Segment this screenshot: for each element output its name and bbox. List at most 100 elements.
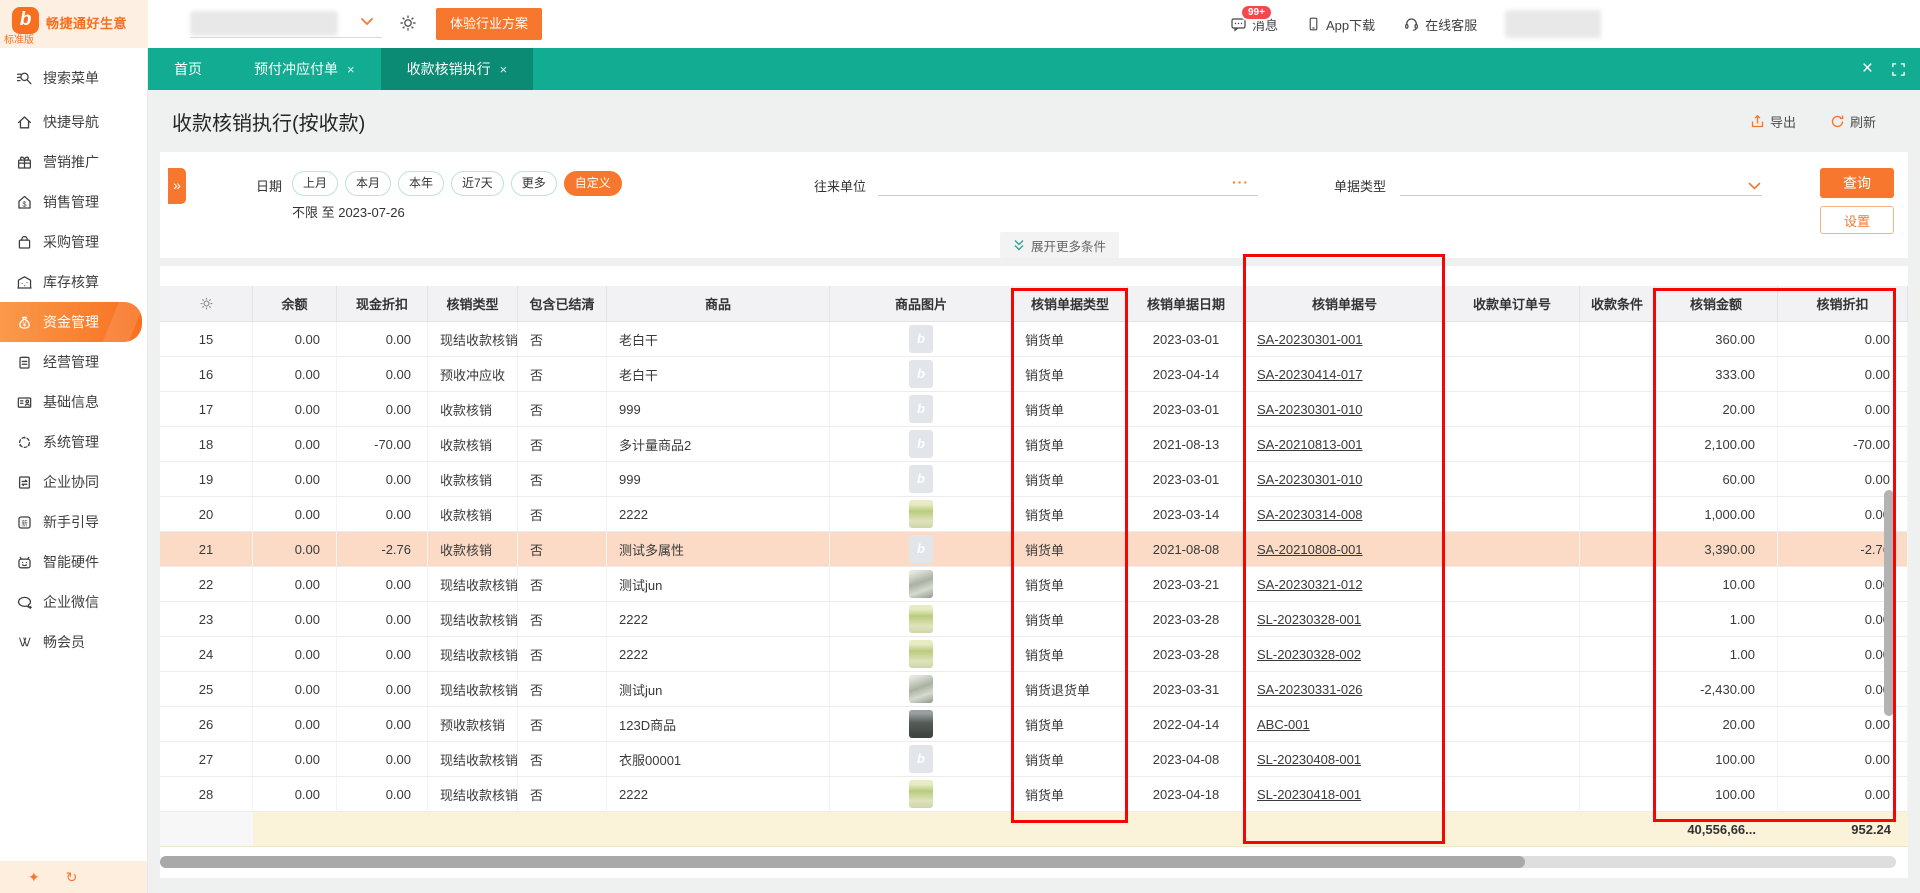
doctype-chevron-down-icon[interactable] bbox=[1748, 182, 1761, 191]
product-image[interactable]: b bbox=[909, 465, 933, 493]
table-row[interactable]: 18 0.00 -70.00 收款核销否多计量商品2 b 销货单 2021-08-13 SA-… bbox=[160, 427, 1908, 462]
sidebar-item-member[interactable]: 畅会员 bbox=[0, 622, 147, 662]
table-row[interactable]: 24 0.00 0.00 现结收款核销否 2222 销货单 2023-03-28 SL-202… bbox=[160, 637, 1908, 672]
close-all-tabs-icon[interactable]: × bbox=[1862, 58, 1873, 80]
refresh-button[interactable]: 刷新 bbox=[1830, 112, 1876, 131]
tab-prepay-offset[interactable]: 预付冲应付单 × bbox=[228, 48, 381, 90]
cell-image[interactable]: b bbox=[830, 427, 1013, 462]
table-row[interactable]: 17 0.00 0.00 收款核销否 999 b 销货单 2023-03-01 SA-20230… bbox=[160, 392, 1908, 427]
product-image[interactable]: b bbox=[909, 745, 933, 773]
horizontal-scrollbar-thumb[interactable] bbox=[160, 856, 1525, 868]
cell-image[interactable] bbox=[830, 777, 1013, 812]
cell-image[interactable]: b bbox=[830, 462, 1013, 497]
date-option-this-month[interactable]: 本月 bbox=[345, 171, 392, 196]
table-row[interactable]: 20 0.00 0.00 收款核销否 2222 销货单 2023-03-14 SA-20230… bbox=[160, 497, 1908, 532]
date-range-value[interactable]: 不限 至 2023-07-26 bbox=[292, 202, 405, 221]
tab-close-icon[interactable]: × bbox=[500, 63, 508, 76]
product-image[interactable] bbox=[909, 780, 933, 808]
product-image[interactable] bbox=[909, 710, 933, 738]
product-image[interactable] bbox=[909, 500, 933, 528]
date-option-last7days[interactable]: 近7天 bbox=[451, 171, 504, 196]
cell-image[interactable]: b bbox=[830, 322, 1013, 357]
product-image[interactable]: b bbox=[909, 430, 933, 458]
product-image[interactable] bbox=[909, 640, 933, 668]
date-option-this-year[interactable]: 本年 bbox=[398, 171, 445, 196]
sidebar-item-home[interactable]: 快捷导航 bbox=[0, 102, 147, 142]
cell-doc_no[interactable]: SA-20230414-017 bbox=[1245, 357, 1445, 392]
chevron-down-icon[interactable] bbox=[360, 17, 374, 27]
cell-doc_no[interactable]: SL-20230418-001 bbox=[1245, 777, 1445, 812]
sidebar-item-sales[interactable]: $ 销售管理 bbox=[0, 182, 147, 222]
cell-image[interactable] bbox=[830, 567, 1013, 602]
product-image[interactable]: b bbox=[909, 325, 933, 353]
sidebar-item-collab[interactable]: 企业协同 bbox=[0, 462, 147, 502]
product-image[interactable]: b bbox=[909, 395, 933, 423]
cell-image[interactable] bbox=[830, 672, 1013, 707]
sidebar-item-hardware[interactable]: 智能硬件 bbox=[0, 542, 147, 582]
cell-doc_no[interactable]: SA-20230301-010 bbox=[1245, 392, 1445, 427]
sidebar-item-search[interactable]: 搜索菜单 bbox=[0, 58, 147, 98]
product-image[interactable] bbox=[909, 605, 933, 633]
cell-doc_no[interactable]: SL-20230328-002 bbox=[1245, 637, 1445, 672]
filter-collapse-handle[interactable]: » bbox=[168, 168, 186, 204]
query-button[interactable]: 查询 bbox=[1820, 168, 1894, 198]
table-row[interactable]: 25 0.00 0.00 现结收款核销否测试jun 销货退货单 2023-03-31 SA-… bbox=[160, 672, 1908, 707]
sidebar-item-newbie[interactable]: 新 新手引导 bbox=[0, 502, 147, 542]
table-row[interactable]: 21 0.00 -2.76 收款核销否测试多属性 b 销货单 2021-08-08 SA-20… bbox=[160, 532, 1908, 567]
tab-close-icon[interactable]: × bbox=[347, 63, 355, 76]
cell-doc_no[interactable]: SL-20230328-001 bbox=[1245, 602, 1445, 637]
sidebar-item-funds[interactable]: ¥ 资金管理 bbox=[0, 302, 142, 342]
cell-image[interactable] bbox=[830, 637, 1013, 672]
table-row[interactable]: 28 0.00 0.00 现结收款核销否 2222 销货单 2023-04-18 SL-202… bbox=[160, 777, 1908, 812]
fullscreen-icon[interactable] bbox=[1891, 62, 1906, 77]
cell-doc_no[interactable]: SA-20230301-010 bbox=[1245, 462, 1445, 497]
product-image[interactable]: b bbox=[909, 360, 933, 388]
cell-image[interactable]: b bbox=[830, 742, 1013, 777]
partner-input[interactable] bbox=[878, 168, 1258, 196]
app-download-button[interactable]: App下载 bbox=[1306, 15, 1375, 34]
partner-more-icon[interactable]: ··· bbox=[1232, 174, 1249, 190]
sidebar-item-system[interactable]: 系统管理 bbox=[0, 422, 147, 462]
cell-image[interactable]: b bbox=[830, 357, 1013, 392]
cell-image[interactable]: b bbox=[830, 532, 1013, 567]
gear-icon[interactable] bbox=[398, 13, 418, 33]
cell-image[interactable] bbox=[830, 707, 1013, 742]
cell-doc_no[interactable]: SA-20230314-008 bbox=[1245, 497, 1445, 532]
date-option-more[interactable]: 更多 bbox=[510, 171, 557, 196]
sidebar-item-gift[interactable]: 营销推广 bbox=[0, 142, 147, 182]
table-row[interactable]: 26 0.00 0.00 预收款核销否 123D商品 销货单 2022-04-14 ABC-0… bbox=[160, 707, 1908, 742]
cell-image[interactable]: b bbox=[830, 392, 1013, 427]
settings-button[interactable]: 设置 bbox=[1820, 206, 1894, 234]
export-button[interactable]: 导出 bbox=[1750, 112, 1796, 131]
tab-home[interactable]: 首页 bbox=[148, 48, 228, 90]
horizontal-scrollbar[interactable] bbox=[160, 856, 1896, 868]
cell-image[interactable] bbox=[830, 602, 1013, 637]
tab-receipt-verification[interactable]: 收款核销执行 × bbox=[380, 48, 534, 90]
sidebar-item-business[interactable]: 经营管理 bbox=[0, 342, 147, 382]
table-row[interactable]: 23 0.00 0.00 现结收款核销否 2222 销货单 2023-03-28 SL-202… bbox=[160, 602, 1908, 637]
expand-more-conditions-button[interactable]: 展开更多条件 bbox=[1000, 232, 1120, 258]
product-image[interactable] bbox=[909, 675, 933, 703]
cell-doc_no[interactable]: SA-20230321-012 bbox=[1245, 567, 1445, 602]
vertical-scrollbar[interactable] bbox=[1884, 490, 1894, 716]
messages-button[interactable]: 消息 99+ bbox=[1230, 5, 1278, 34]
sidebar-item-purchase[interactable]: 采购管理 bbox=[0, 222, 147, 262]
table-row[interactable]: 19 0.00 0.00 收款核销否 999 b 销货单 2023-03-01 SA-20230… bbox=[160, 462, 1908, 497]
cell-image[interactable] bbox=[830, 497, 1013, 532]
sidebar-item-baseinfo[interactable]: 基础信息 bbox=[0, 382, 147, 422]
table-row[interactable]: 15 0.00 0.00 现结收款核销否老白干 b 销货单 2023-03-01 SA-202… bbox=[160, 322, 1908, 357]
sidebar-item-wechat[interactable]: 企业微信 bbox=[0, 582, 147, 622]
experience-plan-button[interactable]: 体验行业方案 bbox=[436, 8, 543, 40]
cell-doc_no[interactable]: SA-20210813-001 bbox=[1245, 427, 1445, 462]
table-row[interactable]: 16 0.00 0.00 预收冲应收否老白干 b 销货单 2023-04-14 SA-2023… bbox=[160, 357, 1908, 392]
cell-doc_no[interactable]: SA-20230301-001 bbox=[1245, 322, 1445, 357]
doctype-select[interactable] bbox=[1400, 168, 1762, 196]
table-row[interactable]: 22 0.00 0.00 现结收款核销否测试jun 销货单 2023-03-21 SA-20… bbox=[160, 567, 1908, 602]
table-row[interactable]: 27 0.00 0.00 现结收款核销否衣服00001 b 销货单 2023-04-08 SL… bbox=[160, 742, 1908, 777]
sidebar-item-inventory[interactable]: 库存核算 bbox=[0, 262, 147, 302]
cell-doc_no[interactable]: SL-20230408-001 bbox=[1245, 742, 1445, 777]
cell-doc_no[interactable]: SA-20230331-026 bbox=[1245, 672, 1445, 707]
date-option-last-month[interactable]: 上月 bbox=[292, 171, 339, 196]
user-account-redacted[interactable] bbox=[1505, 10, 1602, 38]
column-settings-gear[interactable] bbox=[160, 286, 253, 322]
